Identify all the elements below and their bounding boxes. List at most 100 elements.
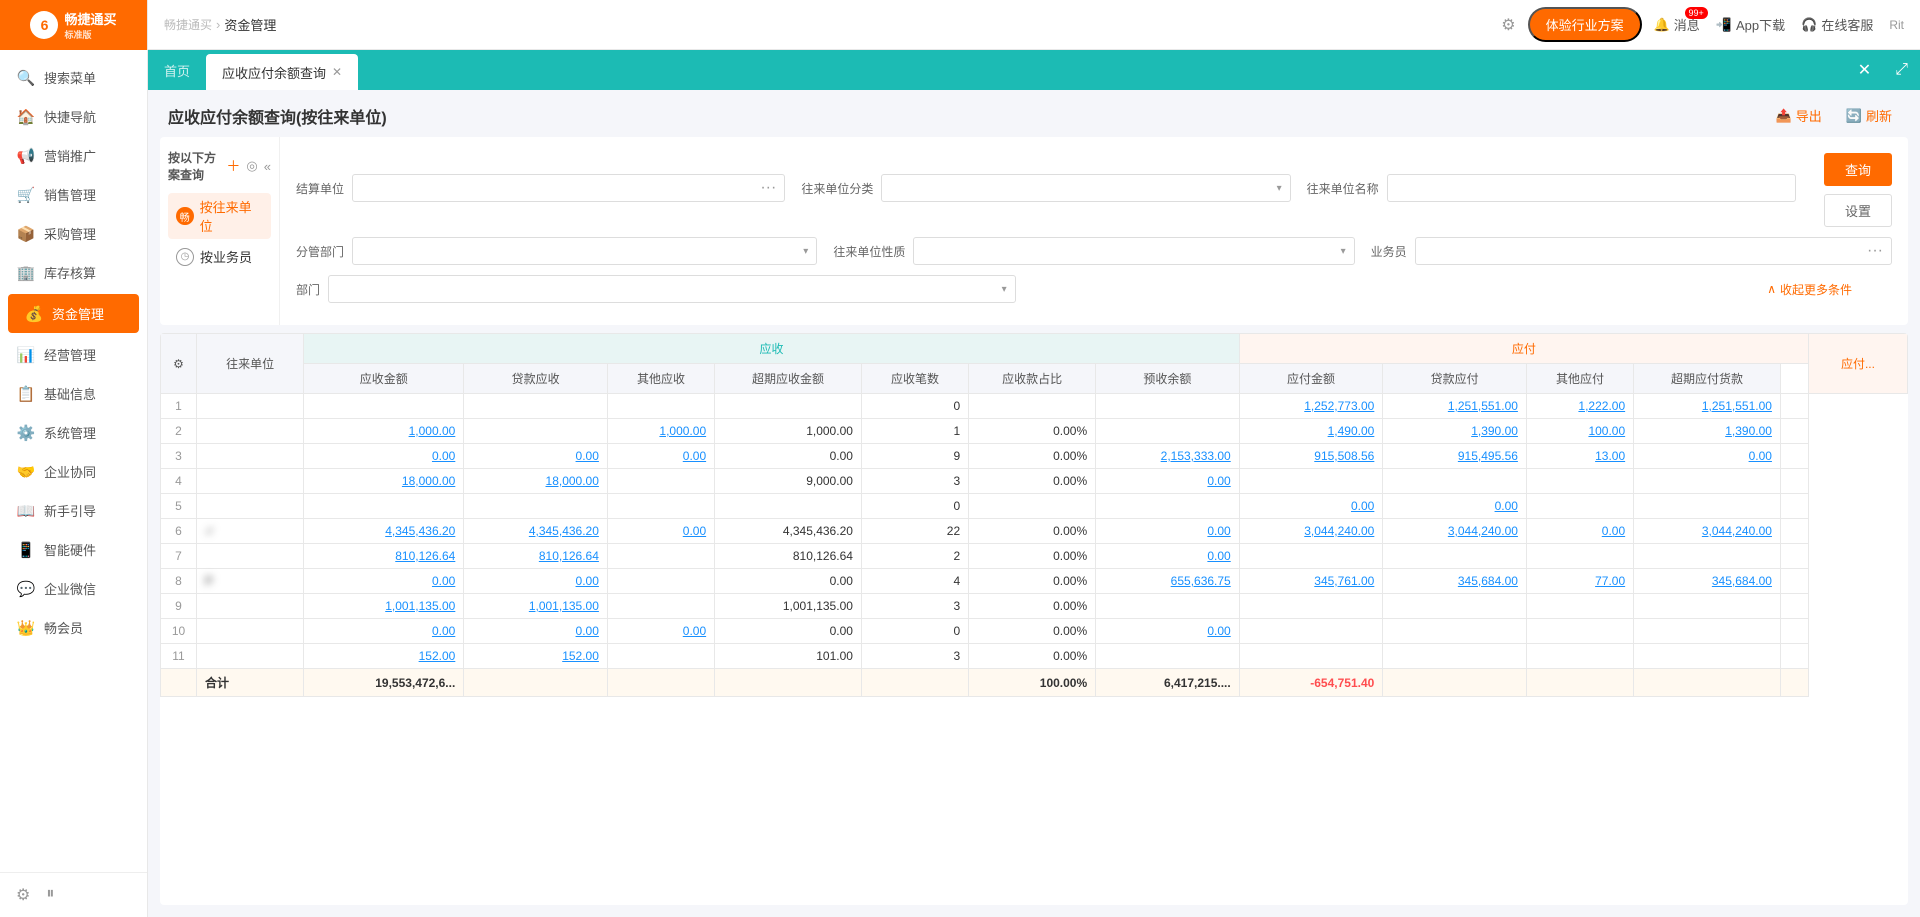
table-settings-icon[interactable]: ⚙: [173, 357, 184, 371]
row-cell[interactable]: 1,001,135.00: [464, 594, 608, 619]
sidebar-item-member[interactable]: 👑 畅会员: [0, 608, 147, 647]
row-cell[interactable]: [1096, 419, 1240, 444]
sidebar-item-system[interactable]: ⚙️ 系统管理: [0, 413, 147, 452]
tab-home[interactable]: 首页: [148, 50, 206, 90]
row-cell[interactable]: 0.00: [1526, 519, 1633, 544]
row-cell[interactable]: [1239, 469, 1383, 494]
row-cell[interactable]: 0.00: [464, 569, 608, 594]
sidebar-item-basic[interactable]: 📋 基础信息: [0, 374, 147, 413]
row-cell[interactable]: [464, 494, 608, 519]
row-cell[interactable]: [1634, 469, 1781, 494]
row-cell[interactable]: 810,126.64: [304, 544, 464, 569]
row-cell[interactable]: 0.00: [607, 619, 714, 644]
row-cell[interactable]: [1383, 594, 1527, 619]
row-cell[interactable]: 1,252,773.00: [1239, 394, 1383, 419]
row-cell[interactable]: [1526, 594, 1633, 619]
row-cell[interactable]: [607, 394, 714, 419]
row-cell[interactable]: [607, 594, 714, 619]
row-cell[interactable]: 0.00: [1383, 494, 1527, 519]
unit-nature-select[interactable]: ▾: [913, 237, 1354, 265]
row-cell[interactable]: 3,044,240.00: [1383, 519, 1527, 544]
user-profile[interactable]: Rit: [1889, 18, 1904, 32]
tab-close-all-button[interactable]: ✕: [1846, 60, 1883, 80]
tab-close-icon[interactable]: ✕: [332, 65, 342, 79]
row-cell[interactable]: 1,390.00: [1383, 419, 1527, 444]
collapse-more-button[interactable]: ∧ 收起更多条件: [1767, 277, 1892, 302]
row-cell[interactable]: [607, 544, 714, 569]
row-cell[interactable]: 345,684.00: [1634, 569, 1781, 594]
row-cell[interactable]: 1,251,551.00: [1634, 394, 1781, 419]
row-cell[interactable]: 810,126.64: [464, 544, 608, 569]
row-cell[interactable]: [1096, 644, 1240, 669]
sidebar-item-collab[interactable]: 🤝 企业协同: [0, 452, 147, 491]
row-cell[interactable]: 1,490.00: [1239, 419, 1383, 444]
row-cell[interactable]: [607, 494, 714, 519]
sidebar-item-purchase[interactable]: 📦 采购管理: [0, 214, 147, 253]
row-cell[interactable]: 0.00: [464, 444, 608, 469]
row-cell[interactable]: 3,044,240.00: [1634, 519, 1781, 544]
row-cell[interactable]: 1,000.00: [607, 419, 714, 444]
row-cell[interactable]: 13.00: [1526, 444, 1633, 469]
row-cell[interactable]: [1096, 494, 1240, 519]
unit-name-input[interactable]: [1387, 174, 1796, 202]
row-cell[interactable]: [1239, 644, 1383, 669]
row-cell[interactable]: [1096, 594, 1240, 619]
row-cell[interactable]: 18,000.00: [464, 469, 608, 494]
row-cell[interactable]: 1,000.00: [304, 419, 464, 444]
row-cell[interactable]: [1383, 619, 1527, 644]
tab-ar-ap[interactable]: 应收应付余额查询 ✕: [206, 54, 358, 90]
row-cell[interactable]: 0.00: [1239, 494, 1383, 519]
online-service-button[interactable]: 🎧 在线客服: [1801, 15, 1873, 34]
sidebar-item-hardware[interactable]: 📱 智能硬件: [0, 530, 147, 569]
row-cell[interactable]: 0.00: [1096, 519, 1240, 544]
row-cell[interactable]: 0.00: [464, 619, 608, 644]
row-cell[interactable]: 915,495.56: [1383, 444, 1527, 469]
row-cell[interactable]: [1526, 469, 1633, 494]
row-cell[interactable]: 1,390.00: [1634, 419, 1781, 444]
tab-maximize-button[interactable]: ⤢: [1883, 61, 1920, 79]
row-cell[interactable]: 0.00: [304, 619, 464, 644]
row-cell[interactable]: [1526, 619, 1633, 644]
row-cell[interactable]: [1526, 644, 1633, 669]
row-cell[interactable]: [1526, 494, 1633, 519]
row-cell[interactable]: [1526, 544, 1633, 569]
collapse-scheme-icon[interactable]: «: [264, 159, 271, 174]
row-cell[interactable]: 1,222.00: [1526, 394, 1633, 419]
sidebar-item-sales[interactable]: 🛒 销售管理: [0, 175, 147, 214]
scheme-by-staff[interactable]: ◷ 按业务员: [168, 243, 271, 270]
salesperson-dots[interactable]: ···: [1867, 242, 1883, 260]
sidebar-item-finance[interactable]: 💰 资金管理: [8, 294, 139, 333]
settings-footer-icon[interactable]: ⚙: [16, 885, 30, 905]
row-cell[interactable]: 0.00: [1634, 444, 1781, 469]
sidebar-item-operation[interactable]: 📊 经营管理: [0, 335, 147, 374]
row-cell[interactable]: [1634, 644, 1781, 669]
row-cell[interactable]: [1096, 394, 1240, 419]
sidebar-item-inventory[interactable]: 🏢 库存核算: [0, 253, 147, 292]
department-select[interactable]: ▾: [352, 237, 817, 265]
row-cell[interactable]: 2,153,333.00: [1096, 444, 1240, 469]
sidebar-item-wechat[interactable]: 💬 企业微信: [0, 569, 147, 608]
row-cell[interactable]: [607, 569, 714, 594]
row-cell[interactable]: 100.00: [1526, 419, 1633, 444]
topbar-gear-icon[interactable]: ⚙: [1501, 15, 1515, 35]
row-cell[interactable]: 1,001,135.00: [304, 594, 464, 619]
row-cell[interactable]: 0.00: [1096, 544, 1240, 569]
row-cell[interactable]: [607, 644, 714, 669]
refresh-button[interactable]: 🔄 刷新: [1838, 102, 1900, 129]
settlement-unit-input[interactable]: ···: [352, 174, 785, 202]
th-settings[interactable]: ⚙: [161, 334, 197, 394]
table-scroll[interactable]: ⚙ 往来单位 应收 应付 应付... 应收金额 贷款应收 其他应收 超期应收金额…: [160, 333, 1908, 905]
row-cell[interactable]: 345,761.00: [1239, 569, 1383, 594]
row-cell[interactable]: 77.00: [1526, 569, 1633, 594]
row-cell[interactable]: 0.00: [1096, 469, 1240, 494]
sidebar-item-search[interactable]: 🔍 搜索菜单: [0, 58, 147, 97]
row-cell[interactable]: 152.00: [304, 644, 464, 669]
row-cell[interactable]: [1634, 594, 1781, 619]
row-cell[interactable]: 3,044,240.00: [1239, 519, 1383, 544]
sidebar-item-marketing[interactable]: 📢 营销推广: [0, 136, 147, 175]
setting-button[interactable]: 设置: [1824, 194, 1892, 227]
app-download-button[interactable]: 📲 App下载: [1716, 15, 1785, 34]
row-cell[interactable]: 1,251,551.00: [1383, 394, 1527, 419]
edit-scheme-icon[interactable]: ◎: [246, 158, 257, 174]
row-cell[interactable]: [1634, 619, 1781, 644]
